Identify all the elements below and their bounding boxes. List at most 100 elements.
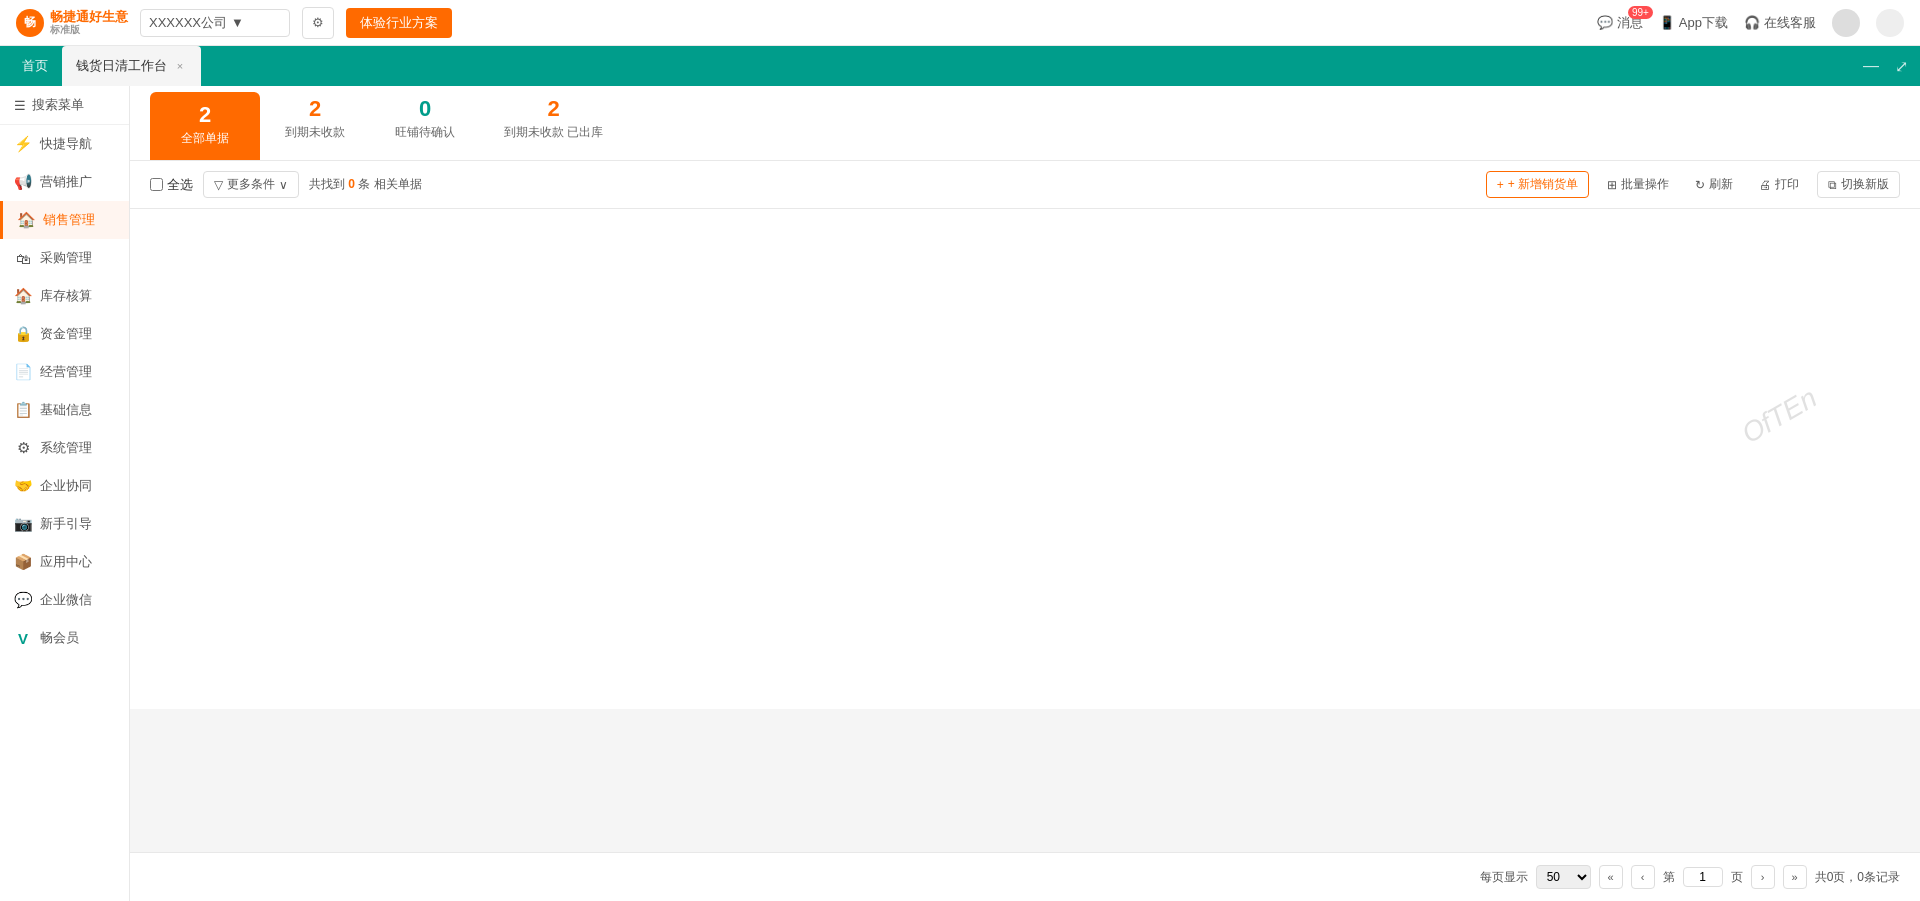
filter-button[interactable]: ▽ 更多条件 ∨ [203,171,299,198]
dropdown-icon: ▼ [231,15,244,30]
content-toolbar: 全选 ▽ 更多条件 ∨ 共找到 0 条 相关单据 + + 新增销货单 ⊞ 批量操… [130,161,1920,209]
sidebar-item-quick-nav[interactable]: ⚡ 快捷导航 [0,125,129,163]
sidebar-item-app-center[interactable]: 📦 应用中心 [0,543,129,581]
company-selector[interactable]: XXXXXX公司 ▼ [140,9,290,37]
sidebar-item-operations[interactable]: 📄 经营管理 [0,353,129,391]
stat-num-pending: 0 [419,96,431,122]
toolbar-right: + + 新增销货单 ⊞ 批量操作 ↻ 刷新 🖨 打印 ⧉ 切换新版 [1486,171,1900,198]
experience-button[interactable]: 体验行业方案 [346,8,452,38]
stat-tab-pending[interactable]: 0 旺铺待确认 [370,86,480,160]
tab-home[interactable]: 首页 [8,46,62,86]
stats-bar: 2 全部单据 2 到期未收款 0 旺铺待确认 2 到期未收款 已出库 [130,86,1920,161]
filter-label: 更多条件 [227,176,275,193]
purchase-label: 采购管理 [40,249,92,267]
logo-subtitle: 标准版 [50,24,128,36]
app-center-icon: 📦 [14,553,32,571]
tabs-bar: 首页 钱货日清工作台 × — ⤢ [0,46,1920,86]
funds-label: 资金管理 [40,325,92,343]
tab-close-icon[interactable]: × [173,59,187,73]
stat-label-all: 全部单据 [181,130,229,147]
wechat-label: 企业微信 [40,591,92,609]
prev-page-button[interactable]: ‹ [1631,865,1655,889]
switch-version-button[interactable]: ⧉ 切换新版 [1817,171,1900,198]
user-avatar[interactable] [1832,9,1860,37]
settings-button[interactable]: ⚙ [302,7,334,39]
sidebar-item-member[interactable]: V 畅会员 [0,619,129,657]
user-name-area[interactable] [1876,9,1904,37]
inventory-label: 库存核算 [40,287,92,305]
switch-label: 切换新版 [1841,176,1889,193]
app-download-button[interactable]: 📱 App下载 [1659,14,1728,32]
tab-actions: — ⤢ [1859,53,1912,80]
logo-area: 畅 畅捷通好生意 标准版 [16,9,128,37]
sidebar-item-marketing[interactable]: 📢 营销推广 [0,163,129,201]
enterprise-icon: 🤝 [14,477,32,495]
app-center-label: 应用中心 [40,553,92,571]
content-area: OfTEn [130,209,1920,709]
sidebar-item-funds[interactable]: 🔒 资金管理 [0,315,129,353]
stat-num-overdue: 2 [309,96,321,122]
sidebar-item-system[interactable]: ⚙ 系统管理 [0,429,129,467]
stat-num-shipped: 2 [548,96,560,122]
filter-icon: ▽ [214,178,223,192]
workspace-tab-label: 钱货日清工作台 [76,57,167,75]
logo-icon: 畅 [16,9,44,37]
print-button[interactable]: 🖨 打印 [1751,172,1807,197]
topbar-left: 畅 畅捷通好生意 标准版 XXXXXX公司 ▼ ⚙ 体验行业方案 [16,7,452,39]
sidebar-item-wechat[interactable]: 💬 企业微信 [0,581,129,619]
system-icon: ⚙ [14,439,32,457]
first-page-icon: « [1608,871,1614,883]
guide-label: 新手引导 [40,515,92,533]
online-service-label: 在线客服 [1764,14,1816,32]
tab-minimize-button[interactable]: — [1859,53,1883,80]
tab-expand-button[interactable]: ⤢ [1891,53,1912,80]
next-page-button[interactable]: › [1751,865,1775,889]
sidebar-item-basic-info[interactable]: 📋 基础信息 [0,391,129,429]
chevron-down-icon: ∨ [279,178,288,192]
messages-button[interactable]: 💬 消息 99 [1597,14,1643,32]
sidebar-item-guide[interactable]: 📷 新手引导 [0,505,129,543]
found-suffix: 条 相关单据 [358,177,421,191]
stat-tab-all[interactable]: 2 全部单据 [150,92,260,160]
stat-label-pending: 旺铺待确认 [395,124,455,141]
stat-tab-overdue[interactable]: 2 到期未收款 [260,86,370,160]
guide-icon: 📷 [14,515,32,533]
wechat-icon: 💬 [14,591,32,609]
operations-icon: 📄 [14,363,32,381]
per-page-select[interactable]: 20 50 100 [1536,865,1591,889]
topbar-right: 💬 消息 99 📱 App下载 🎧 在线客服 [1597,9,1904,37]
page-suffix: 页 [1731,869,1743,886]
stat-tab-shipped[interactable]: 2 到期未收款 已出库 [480,86,627,160]
sidebar-item-sales[interactable]: 🏠 销售管理 [0,201,129,239]
stat-num-all: 2 [199,102,211,128]
online-service-button[interactable]: 🎧 在线客服 [1744,14,1816,32]
last-page-button[interactable]: » [1783,865,1807,889]
total-records: 共0页，0条记录 [1815,869,1900,886]
company-name: XXXXXX公司 [149,14,227,32]
found-count: 0 [348,177,355,191]
first-page-button[interactable]: « [1599,865,1623,889]
stat-label-shipped: 到期未收款 已出库 [504,124,603,141]
inventory-icon: 🏠 [14,287,32,305]
watermark: OfTEn [1736,382,1822,450]
logo-title: 畅捷通好生意 [50,9,128,25]
select-all-checkbox[interactable] [150,178,163,191]
sidebar-item-purchase[interactable]: 🛍 采购管理 [0,239,129,277]
basic-info-label: 基础信息 [40,401,92,419]
print-label: 打印 [1775,176,1799,193]
add-sales-order-button[interactable]: + + 新增销货单 [1486,171,1589,198]
current-page-input[interactable]: 1 [1683,867,1723,887]
batch-operation-button[interactable]: ⊞ 批量操作 [1599,172,1677,197]
refresh-button[interactable]: ↻ 刷新 [1687,172,1741,197]
basic-info-icon: 📋 [14,401,32,419]
tab-workspace[interactable]: 钱货日清工作台 × [62,46,201,86]
operations-label: 经营管理 [40,363,92,381]
sidebar-item-inventory[interactable]: 🏠 库存核算 [0,277,129,315]
sales-icon: 🏠 [17,211,35,229]
switch-icon: ⧉ [1828,178,1837,192]
search-menu-item[interactable]: ☰ 搜索菜单 [0,86,129,125]
bell-icon: 💬 [1597,15,1613,30]
toolbar-left: 全选 ▽ 更多条件 ∨ 共找到 0 条 相关单据 [150,171,422,198]
select-all-checkbox-label[interactable]: 全选 [150,176,193,194]
sidebar-item-enterprise[interactable]: 🤝 企业协同 [0,467,129,505]
